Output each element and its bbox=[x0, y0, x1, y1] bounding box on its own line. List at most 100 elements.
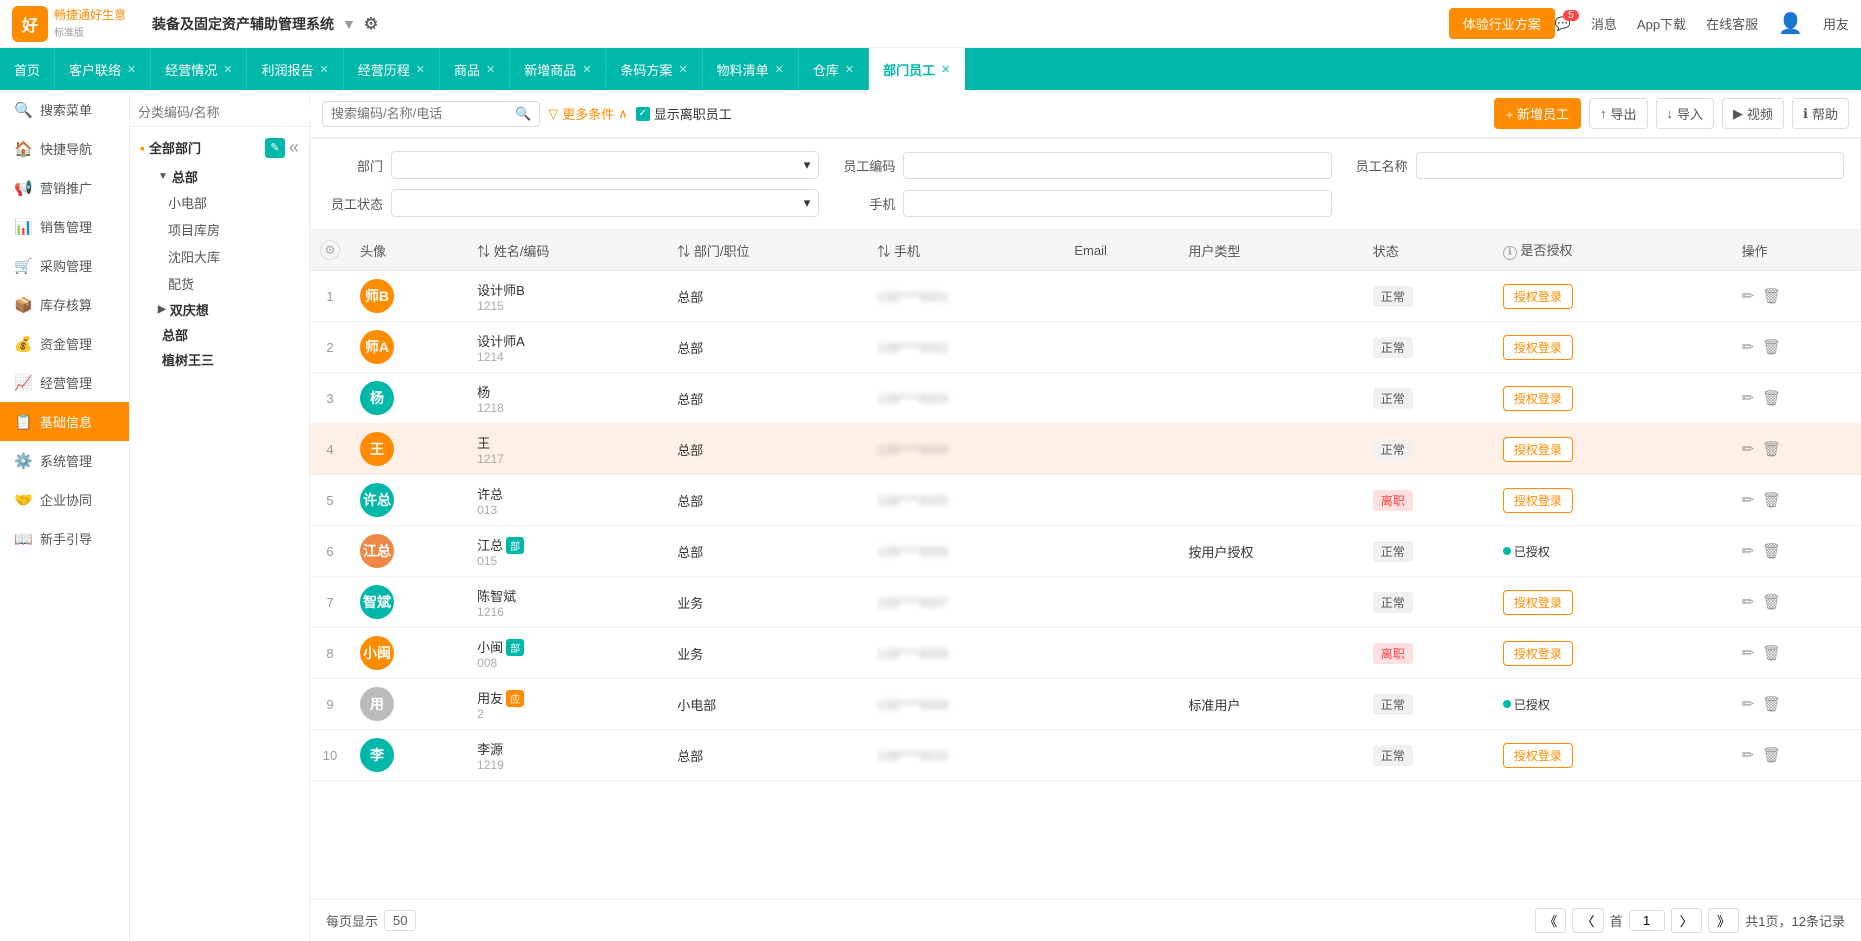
edit-icon[interactable]: ✏ bbox=[1742, 746, 1755, 764]
delete-icon[interactable]: 🗑 bbox=[1762, 440, 1781, 458]
nav-tab-warehouse[interactable]: 仓库 ✕ bbox=[799, 48, 869, 90]
dept-collapse-icon[interactable]: « bbox=[289, 137, 299, 158]
sidebar-item-nav[interactable]: 🏠 快捷导航 bbox=[0, 129, 129, 168]
view-button[interactable]: ▶ 视频 bbox=[1722, 98, 1784, 129]
nav-tab-situation[interactable]: 经营情况 ✕ bbox=[151, 48, 247, 90]
sidebar-item-marketing[interactable]: 📢 营销推广 bbox=[0, 168, 129, 207]
info-icon[interactable]: ℹ bbox=[1503, 246, 1517, 260]
import-button[interactable]: ↓ 导入 bbox=[1656, 98, 1715, 129]
filter-dept-select[interactable]: ▾ bbox=[391, 151, 819, 179]
last-page-btn[interactable]: 》 bbox=[1708, 908, 1739, 933]
close-icon[interactable]: ✕ bbox=[582, 63, 591, 76]
col-dept[interactable]: ⇅ 部门/职位 bbox=[667, 230, 867, 271]
page-number-input[interactable] bbox=[1629, 910, 1665, 931]
page-size-value[interactable]: 50 bbox=[384, 910, 416, 931]
close-icon[interactable]: ✕ bbox=[845, 63, 854, 76]
sidebar-item-operation[interactable]: 📈 经营管理 bbox=[0, 363, 129, 402]
nav-tab-history[interactable]: 经营历程 ✕ bbox=[344, 48, 440, 90]
delete-icon[interactable]: 🗑 bbox=[1762, 491, 1781, 509]
edit-icon[interactable]: ✏ bbox=[1742, 491, 1755, 509]
dept-node-projectroom[interactable]: 项目库房 bbox=[140, 216, 309, 243]
search-input[interactable] bbox=[331, 106, 511, 121]
filter-empcode-input[interactable] bbox=[903, 152, 1331, 179]
auth-button[interactable]: 授权登录 bbox=[1503, 743, 1573, 768]
message-icon-wrap[interactable]: 💬 5 bbox=[1555, 16, 1571, 32]
dept-node-xiaodibu[interactable]: 小电部 bbox=[140, 189, 309, 216]
sidebar-item-inventory[interactable]: 📦 库存核算 bbox=[0, 285, 129, 324]
nav-tab-add-goods[interactable]: 新增商品 ✕ bbox=[510, 48, 606, 90]
auth-button[interactable]: 授权登录 bbox=[1503, 386, 1573, 411]
nav-tab-bom[interactable]: 物料清单 ✕ bbox=[703, 48, 799, 90]
dept-group-shuangqing[interactable]: ▶ 双庆想 bbox=[140, 297, 309, 322]
auth-button[interactable]: 授权登录 bbox=[1503, 335, 1573, 360]
edit-icon[interactable]: ✏ bbox=[1742, 593, 1755, 611]
search-icon[interactable]: 🔍 bbox=[515, 106, 531, 122]
close-icon[interactable]: ✕ bbox=[416, 63, 425, 76]
close-icon[interactable]: ✕ bbox=[223, 63, 232, 76]
trial-button[interactable]: 体验行业方案 bbox=[1449, 8, 1555, 39]
dept-edit-icon[interactable]: ✎ bbox=[265, 138, 285, 158]
delete-icon[interactable]: 🗑 bbox=[1762, 593, 1781, 611]
sidebar-item-guide[interactable]: 📖 新手引导 bbox=[0, 519, 129, 558]
title-dropdown-icon[interactable]: ▼ bbox=[342, 16, 356, 32]
close-icon[interactable]: ✕ bbox=[941, 63, 950, 76]
nav-tab-employee[interactable]: 部门员工 ✕ bbox=[869, 48, 965, 90]
nav-tab-goods[interactable]: 商品 ✕ bbox=[440, 48, 510, 90]
show-resigned-wrap[interactable]: ✓ 显示离职员工 bbox=[636, 104, 732, 123]
auth-button[interactable]: 授权登录 bbox=[1503, 437, 1573, 462]
auth-button[interactable]: 授权登录 bbox=[1503, 590, 1573, 615]
more-filter-btn[interactable]: ▽ 更多条件 ∧ bbox=[548, 104, 628, 123]
auth-button[interactable]: 授权登录 bbox=[1503, 284, 1573, 309]
dept-group-head[interactable]: ▼ 总部 bbox=[140, 164, 309, 189]
edit-icon[interactable]: ✏ bbox=[1742, 695, 1755, 713]
help-button[interactable]: ℹ 帮助 bbox=[1792, 98, 1849, 129]
nav-tab-home[interactable]: 首页 bbox=[0, 48, 55, 90]
delete-icon[interactable]: 🗑 bbox=[1762, 338, 1781, 356]
sidebar-item-purchase[interactable]: 🛒 采购管理 bbox=[0, 246, 129, 285]
edit-icon[interactable]: ✏ bbox=[1742, 389, 1755, 407]
col-name[interactable]: ⇅ 姓名/编码 bbox=[467, 230, 667, 271]
filter-empname-input[interactable] bbox=[1416, 152, 1844, 179]
nav-tab-customer[interactable]: 客户联络 ✕ bbox=[55, 48, 151, 90]
nav-tab-barcode[interactable]: 条码方案 ✕ bbox=[606, 48, 702, 90]
sidebar-item-system[interactable]: ⚙️ 系统管理 bbox=[0, 441, 129, 480]
edit-icon[interactable]: ✏ bbox=[1742, 287, 1755, 305]
nav-tab-profit[interactable]: 利润报告 ✕ bbox=[247, 48, 343, 90]
sidebar-item-collab[interactable]: 🤝 企业协同 bbox=[0, 480, 129, 519]
dept-group-zongbu[interactable]: 总部 bbox=[140, 322, 309, 347]
dept-node-peihuo[interactable]: 配货 bbox=[140, 270, 309, 297]
app-download-link[interactable]: App下载 bbox=[1637, 14, 1686, 33]
delete-icon[interactable]: 🗑 bbox=[1762, 644, 1781, 662]
close-icon[interactable]: ✕ bbox=[127, 63, 136, 76]
delete-icon[interactable]: 🗑 bbox=[1762, 746, 1781, 764]
delete-icon[interactable]: 🗑 bbox=[1762, 695, 1781, 713]
sidebar-item-finance[interactable]: 💰 资金管理 bbox=[0, 324, 129, 363]
prev-page-btn[interactable]: 〈 bbox=[1572, 908, 1603, 933]
filter-empstatus-select[interactable]: ▾ bbox=[391, 189, 819, 217]
first-page-btn[interactable]: 《 bbox=[1535, 908, 1566, 933]
filter-phone-input[interactable] bbox=[903, 190, 1331, 217]
sidebar-item-search[interactable]: 🔍 搜索菜单 bbox=[0, 90, 129, 129]
edit-icon[interactable]: ✏ bbox=[1742, 644, 1755, 662]
export-button[interactable]: ↑ 导出 bbox=[1589, 98, 1648, 129]
online-service-link[interactable]: 在线客服 bbox=[1706, 14, 1758, 33]
sidebar-item-sales[interactable]: 📊 销售管理 bbox=[0, 207, 129, 246]
sidebar-item-basic[interactable]: 📋 基础信息 bbox=[0, 402, 129, 441]
edit-icon[interactable]: ✏ bbox=[1742, 440, 1755, 458]
col-phone[interactable]: ⇅ 手机 bbox=[867, 230, 1064, 271]
auth-button[interactable]: 授权登录 bbox=[1503, 641, 1573, 666]
all-dept-btn[interactable]: ▪ 全部部门 bbox=[140, 138, 201, 157]
show-resigned-checkbox[interactable]: ✓ bbox=[636, 107, 650, 121]
add-employee-button[interactable]: + 新增员工 bbox=[1494, 98, 1581, 129]
close-icon[interactable]: ✕ bbox=[486, 63, 495, 76]
delete-icon[interactable]: 🗑 bbox=[1762, 287, 1781, 305]
edit-icon[interactable]: ✏ bbox=[1742, 338, 1755, 356]
dept-node-shenyang[interactable]: 沈阳大库 bbox=[140, 243, 309, 270]
gear-icon[interactable]: ⚙ bbox=[364, 14, 378, 34]
dept-search-input[interactable] bbox=[138, 105, 314, 120]
col-settings[interactable]: ⚙ bbox=[310, 230, 350, 271]
delete-icon[interactable]: 🗑 bbox=[1762, 542, 1781, 560]
settings-circle-icon[interactable]: ⚙ bbox=[320, 240, 340, 260]
close-icon[interactable]: ✕ bbox=[775, 63, 784, 76]
close-icon[interactable]: ✕ bbox=[320, 63, 329, 76]
